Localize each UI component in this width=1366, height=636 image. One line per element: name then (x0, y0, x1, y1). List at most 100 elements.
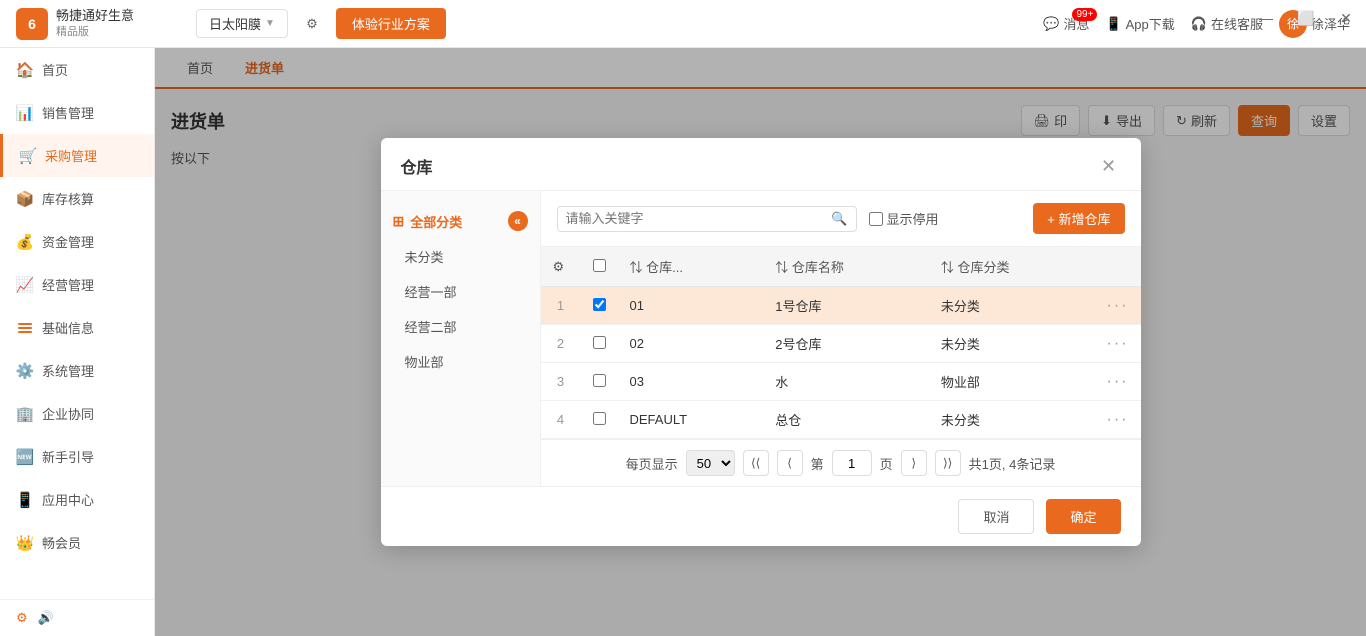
search-input[interactable] (566, 211, 826, 226)
minimize-button[interactable]: — (1246, 0, 1286, 36)
row-category-cell: 未分类 (929, 401, 1095, 439)
modal-body: ⊞ 全部分类 « 未分类 经营一部 经营二部 (381, 191, 1141, 486)
table-row[interactable]: 1 01 1号仓库 未分类 ··· (541, 287, 1141, 325)
row-action-cell[interactable]: ··· (1095, 325, 1141, 363)
settings-icon[interactable]: ⚙ (296, 8, 328, 40)
home-icon: 🏠 (16, 61, 34, 79)
row-action-cell[interactable]: ··· (1095, 363, 1141, 401)
sidebar-item-label: 新手引导 (42, 447, 94, 466)
modal-category-3[interactable]: 物业部 (381, 344, 540, 379)
collapse-button[interactable]: « (508, 211, 528, 231)
sidebar-item-system[interactable]: ⚙️ 系统管理 (0, 349, 154, 392)
bottom-sound-icon[interactable]: 🔊 (38, 610, 54, 626)
row-checkbox-cell[interactable] (581, 401, 618, 439)
cancel-button[interactable]: 取消 (958, 499, 1034, 534)
warehouse-table: ⚙ ⇅ 仓库... (541, 247, 1141, 439)
modal-category-2[interactable]: 经营二部 (381, 309, 540, 344)
modal-title: 仓库 (401, 154, 433, 178)
row-checkbox[interactable] (593, 298, 606, 311)
headset-icon: 🎧 (1191, 16, 1207, 32)
sidebar-item-label: 畅会员 (42, 533, 81, 552)
close-window-button[interactable]: ✕ (1326, 0, 1366, 36)
row-name-cell: 2号仓库 (763, 325, 929, 363)
modal-all-category[interactable]: ⊞ 全部分类 « (381, 203, 540, 239)
app-download-button[interactable]: 📱 App下载 (1105, 14, 1174, 33)
first-page-button[interactable]: ⟨⟨ (743, 450, 769, 476)
th-checkbox (581, 247, 618, 287)
main-content: 首页 进货单 进货单 🖨 印 ⬇ 导出 (155, 48, 1366, 636)
sidebar-item-label: 销售管理 (42, 103, 94, 122)
bottom-settings-icon[interactable]: ⚙ (16, 610, 28, 626)
sidebar-item-label: 资金管理 (42, 232, 94, 251)
modal-close-button[interactable]: ✕ (1097, 154, 1121, 178)
th-category: ⇅ 仓库分类 (929, 247, 1095, 287)
sidebar-item-member[interactable]: 👑 畅会员 (0, 521, 154, 564)
trial-button[interactable]: 体验行业方案 (336, 8, 446, 39)
sidebar-item-home[interactable]: 🏠 首页 (0, 48, 154, 91)
last-page-button[interactable]: ⟩⟩ (935, 450, 961, 476)
row-settings-cell: 4 (541, 401, 581, 439)
sidebar-item-guide[interactable]: 🆕 新手引导 (0, 435, 154, 478)
modal-toolbar: 🔍 显示停用 + 新增仓库 (541, 191, 1141, 247)
add-warehouse-button[interactable]: + 新增仓库 (1033, 203, 1124, 234)
row-checkbox[interactable] (593, 412, 606, 425)
sidebar-item-purchase[interactable]: 🛒 采购管理 (0, 134, 154, 177)
modal-pagination: 每页显示 50 ⟨⟨ ⟨ 第 页 ⟩ ⟩⟩ 共1页, 4条记录 (541, 439, 1141, 486)
new-icon: 🆕 (16, 448, 34, 466)
messages-badge: 99+ (1072, 8, 1097, 21)
select-all-checkbox[interactable] (593, 259, 606, 272)
more-actions-icon[interactable]: ··· (1107, 297, 1129, 314)
sidebar-item-operations[interactable]: 📈 经营管理 (0, 263, 154, 306)
mobile-icon: 📱 (16, 491, 34, 509)
confirm-button[interactable]: 确定 (1046, 499, 1120, 534)
message-icon: 💬 (1043, 16, 1059, 32)
next-page-button[interactable]: ⟩ (901, 450, 927, 476)
row-checkbox-cell[interactable] (581, 325, 618, 363)
page-size-select[interactable]: 50 (686, 450, 735, 476)
modal-header: 仓库 ✕ (381, 138, 1141, 191)
sidebar-item-finance[interactable]: 💰 资金管理 (0, 220, 154, 263)
all-category-label: 全部分类 (410, 212, 462, 231)
row-checkbox[interactable] (593, 374, 606, 387)
modal-overlay: 仓库 ✕ ⊞ 全部分类 « 未分类 (155, 48, 1366, 636)
modal-category-0[interactable]: 未分类 (381, 239, 540, 274)
more-actions-icon[interactable]: ··· (1107, 373, 1129, 390)
table-row[interactable]: 2 02 2号仓库 未分类 ··· (541, 325, 1141, 363)
app-name: 畅捷通好生意 (56, 8, 134, 24)
th-actions (1095, 247, 1141, 287)
table-row[interactable]: 3 03 水 物业部 ··· (541, 363, 1141, 401)
more-actions-icon[interactable]: ··· (1107, 411, 1129, 428)
sidebar-item-inventory[interactable]: 📦 库存核算 (0, 177, 154, 220)
table-row[interactable]: 4 DEFAULT 总仓 未分类 ··· (541, 401, 1141, 439)
row-checkbox[interactable] (593, 336, 606, 349)
modal-category-1[interactable]: 经营一部 (381, 274, 540, 309)
row-action-cell[interactable]: ··· (1095, 401, 1141, 439)
sidebar-item-sales[interactable]: 📊 销售管理 (0, 91, 154, 134)
window-controls: — ⬜ ✕ (1246, 0, 1366, 36)
row-action-cell[interactable]: ··· (1095, 287, 1141, 325)
sidebar-item-basic[interactable]: 基础信息 (0, 306, 154, 349)
warehouse-modal: 仓库 ✕ ⊞ 全部分类 « 未分类 (381, 138, 1141, 546)
chart-icon: 📊 (16, 104, 34, 122)
sidebar-item-enterprise[interactable]: 🏢 企业协同 (0, 392, 154, 435)
messages-button[interactable]: 💬 消息 99+ (1043, 14, 1089, 33)
money-icon: 💰 (16, 233, 34, 251)
restore-button[interactable]: ⬜ (1286, 0, 1326, 36)
more-actions-icon[interactable]: ··· (1107, 335, 1129, 352)
row-code-cell: 02 (618, 325, 764, 363)
prev-page-button[interactable]: ⟨ (777, 450, 803, 476)
show-disabled-label[interactable]: 显示停用 (869, 209, 939, 228)
sidebar-item-apps[interactable]: 📱 应用中心 (0, 478, 154, 521)
row-checkbox-cell[interactable] (581, 287, 618, 325)
show-disabled-checkbox[interactable] (869, 212, 883, 226)
page-number-input[interactable] (832, 450, 872, 476)
row-code-cell: DEFAULT (618, 401, 764, 439)
modal-main: 🔍 显示停用 + 新增仓库 (541, 191, 1141, 486)
page-label: 第 (811, 454, 824, 473)
row-checkbox-cell[interactable] (581, 363, 618, 401)
modal-footer: 取消 确定 (381, 486, 1141, 546)
store-selector[interactable]: 日太阳膜 ▼ (196, 9, 288, 38)
table-header-row: ⚙ ⇅ 仓库... (541, 247, 1141, 287)
row-name-cell: 1号仓库 (763, 287, 929, 325)
app-download-label: App下载 (1126, 14, 1175, 33)
